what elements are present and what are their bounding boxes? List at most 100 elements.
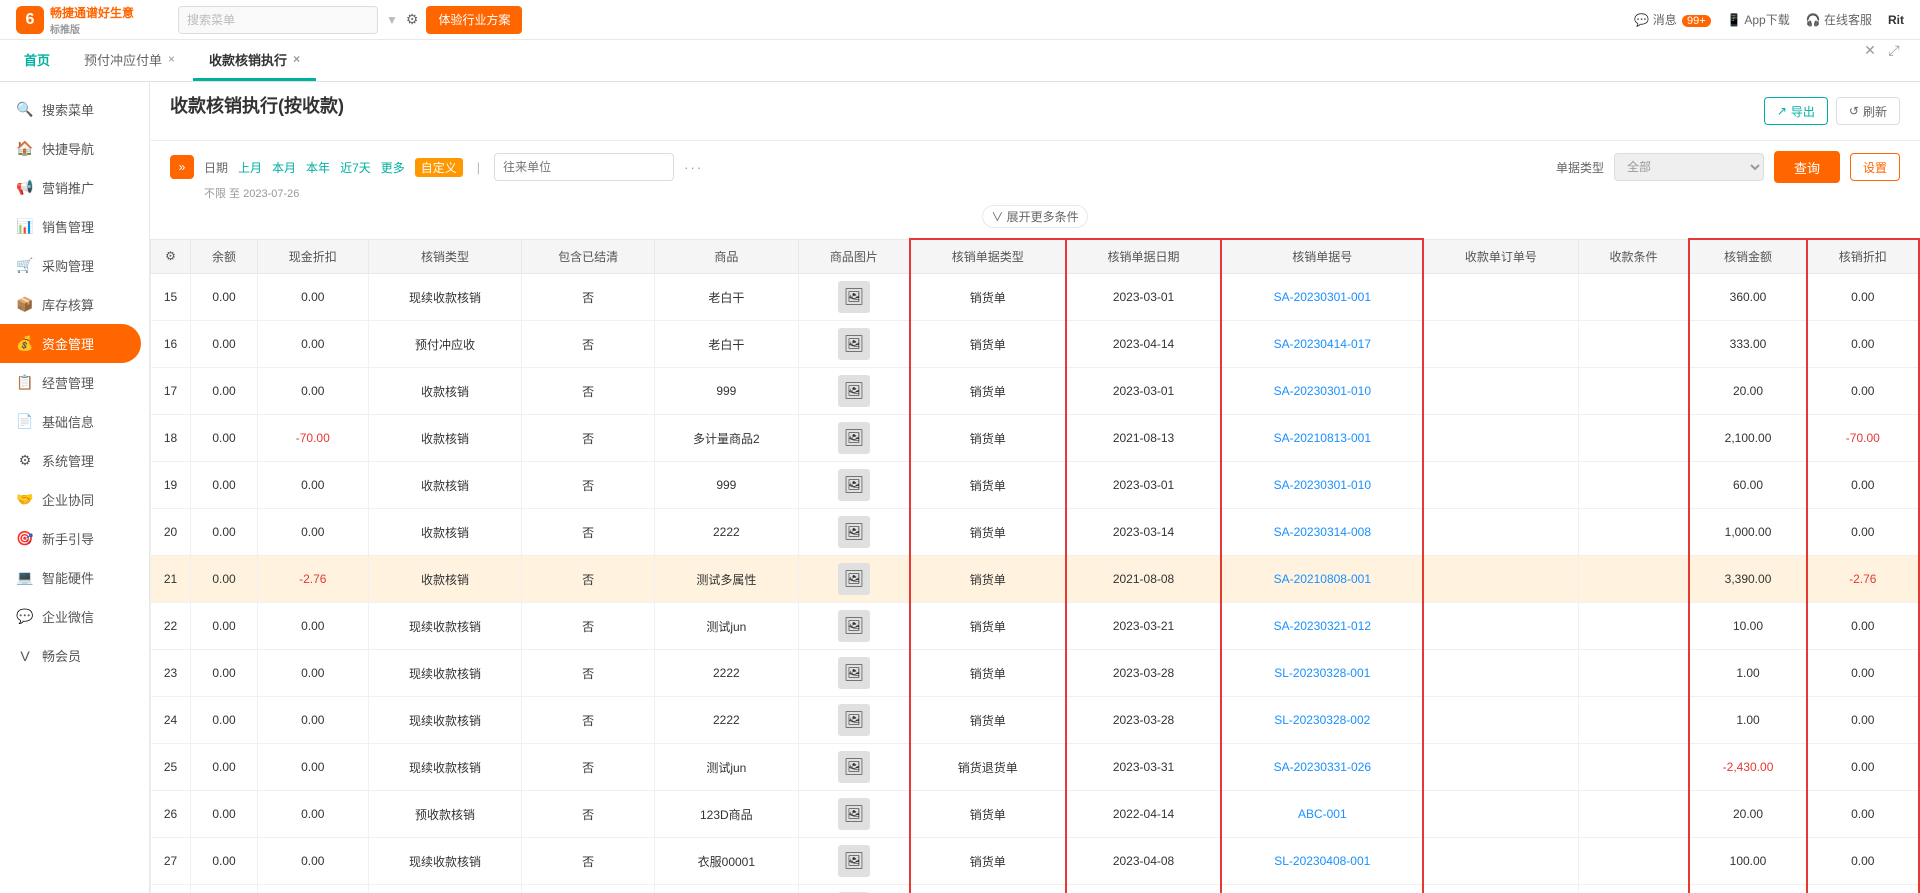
table-cell[interactable]: SA-20230301-010 [1221, 368, 1423, 415]
table-cell: 销货单 [910, 415, 1066, 462]
sidebar-label-marketing: 营销推广 [42, 178, 94, 197]
table-cell: 2023-03-01 [1066, 462, 1222, 509]
date-custom[interactable]: 自定义 [415, 158, 463, 177]
table-cell: -2.76 [1807, 556, 1919, 603]
sidebar-item-quick-nav[interactable]: 🏠 快捷导航 [0, 129, 149, 168]
table-cell[interactable]: SA-20210813-001 [1221, 415, 1423, 462]
table-cell [1578, 838, 1689, 885]
expand-more-row: ∨ 展开更多条件 [170, 201, 1900, 232]
sidebar-item-member[interactable]: V 畅会员 [0, 636, 149, 675]
top-right: 💬 消息 99+ 📱 App下载 🎧 在线客服 Rit [1634, 11, 1904, 28]
table-cell: 0.00 [258, 321, 368, 368]
filter-row: » 日期 上月 本月 本年 近7天 更多 自定义 | ··· 单据类型 全部 查… [170, 151, 1900, 183]
table-cell: 销货单 [910, 650, 1066, 697]
sidebar-item-guide[interactable]: 🎯 新手引导 [0, 519, 149, 558]
table-cell: 现续收款核销 [368, 603, 522, 650]
receipt-no-link[interactable]: SA-20210813-001 [1274, 431, 1371, 445]
sidebar-item-search[interactable]: 🔍 搜索菜单 [0, 90, 149, 129]
top-search-box[interactable]: 搜索菜单 [178, 6, 378, 34]
receipt-no-link[interactable]: ABC-001 [1298, 807, 1347, 821]
receipt-no-link[interactable]: SA-20230301-010 [1274, 478, 1371, 492]
maximize-window-button[interactable]: ⤢ [1884, 40, 1904, 60]
table-cell[interactable]: SA-20230314-008 [1221, 509, 1423, 556]
sidebar-item-sales[interactable]: 📊 销售管理 [0, 207, 149, 246]
date-7days[interactable]: 近7天 [340, 159, 371, 176]
table-cell[interactable]: SL-20230408-001 [1221, 838, 1423, 885]
refresh-button[interactable]: ↺ 刷新 [1836, 97, 1900, 125]
main-layout: 🔍 搜索菜单 🏠 快捷导航 📢 营销推广 📊 销售管理 🛒 采购管理 📦 库存核… [0, 82, 1920, 893]
receipt-no-link[interactable]: SA-20230331-026 [1274, 760, 1371, 774]
table-cell[interactable]: SA-20230301-001 [1221, 274, 1423, 321]
receipt-no-link[interactable]: SA-20230301-010 [1274, 384, 1371, 398]
online-service[interactable]: 🎧 在线客服 [1806, 11, 1872, 28]
from-unit-input[interactable] [494, 153, 674, 181]
settings-icon[interactable]: ⚙ [406, 11, 419, 28]
table-area[interactable]: ⚙ 余额 现金折扣 核销类型 包含已结清 商品 商品图片 核销单据类型 核销单据… [150, 238, 1920, 893]
th-settings[interactable]: ⚙ [151, 239, 191, 274]
query-button[interactable]: 查询 [1774, 151, 1840, 183]
table-cell: 销货单 [910, 274, 1066, 321]
tab-prepay[interactable]: 预付冲应付单 × [68, 40, 191, 81]
industry-solution-button[interactable]: 体验行业方案 [426, 6, 522, 34]
table-cell: 销货单 [910, 603, 1066, 650]
expand-filter-button[interactable]: » [170, 155, 194, 179]
sidebar-item-purchase[interactable]: 🛒 采购管理 [0, 246, 149, 285]
export-button[interactable]: ↗ 导出 [1764, 97, 1828, 125]
receipt-no-link[interactable]: SA-20230301-001 [1274, 290, 1371, 304]
date-more[interactable]: 更多 [381, 159, 405, 176]
table-cell: 2023-03-28 [1066, 697, 1222, 744]
receipt-no-link[interactable]: SA-20230321-012 [1274, 619, 1371, 633]
message-icon[interactable]: 💬 消息 99+ [1634, 11, 1710, 28]
sidebar-item-finance[interactable]: 💰 资金管理 [0, 324, 141, 363]
table-cell[interactable]: SL-20230328-002 [1221, 697, 1423, 744]
table-cell[interactable]: SA-20230414-017 [1221, 321, 1423, 368]
page-actions: ↗ 导出 ↺ 刷新 [1764, 97, 1900, 125]
close-window-button[interactable]: ✕ [1860, 40, 1880, 60]
date-this-month[interactable]: 本月 [272, 159, 296, 176]
sidebar-item-inventory[interactable]: 📦 库存核算 [0, 285, 149, 324]
table-cell: 现续收款核销 [368, 838, 522, 885]
table-cell: 100.00 [1689, 838, 1806, 885]
table-cell[interactable]: SA-20230301-010 [1221, 462, 1423, 509]
from-unit-dots[interactable]: ··· [684, 160, 703, 175]
sidebar-item-collab[interactable]: 🤝 企业协同 [0, 480, 149, 519]
receipt-no-link[interactable]: SA-20230414-017 [1274, 337, 1371, 351]
table-cell: 2023-03-21 [1066, 603, 1222, 650]
table-cell: 20.00 [1689, 791, 1806, 838]
sidebar-item-system[interactable]: ⚙ 系统管理 [0, 441, 149, 480]
table-cell[interactable]: SA-20210808-001 [1221, 556, 1423, 603]
receipt-no-link[interactable]: SL-20230328-001 [1274, 666, 1370, 680]
tab-collection[interactable]: 收款核销执行 × [193, 40, 316, 81]
tab-collection-close[interactable]: × [293, 52, 300, 66]
tab-home[interactable]: 首页 [8, 40, 66, 81]
table-cell[interactable]: SA-20230331-026 [1221, 744, 1423, 791]
sidebar-item-basic[interactable]: 📄 基础信息 [0, 402, 149, 441]
tab-prepay-close[interactable]: × [168, 52, 175, 66]
table-cell[interactable]: SL-20230328-001 [1221, 650, 1423, 697]
table-cell [1578, 650, 1689, 697]
table-cell: 衣服00001 [654, 838, 798, 885]
sidebar-item-hardware[interactable]: 💻 智能硬件 [0, 558, 149, 597]
date-last-month[interactable]: 上月 [238, 159, 262, 176]
sidebar-item-marketing[interactable]: 📢 营销推广 [0, 168, 149, 207]
table-cell[interactable]: SA-20230321-012 [1221, 603, 1423, 650]
app-download[interactable]: 📱 App下载 [1727, 11, 1790, 28]
filter-settings-button[interactable]: 设置 [1850, 153, 1900, 181]
sidebar-item-wechat[interactable]: 💬 企业微信 [0, 597, 149, 636]
receipt-no-link[interactable]: SA-20230314-008 [1274, 525, 1371, 539]
tab-spacer [318, 40, 1850, 81]
user-name[interactable]: Rit [1888, 13, 1904, 27]
receipt-type-select[interactable]: 全部 [1614, 153, 1764, 181]
receipt-no-link[interactable]: SL-20230408-001 [1274, 854, 1370, 868]
expand-more-button[interactable]: ∨ 展开更多条件 [982, 205, 1087, 228]
receipt-no-link[interactable]: SL-20230328-002 [1274, 713, 1370, 727]
receipt-no-link[interactable]: SA-20210808-001 [1274, 572, 1371, 586]
top-center: 搜索菜单 ▼ ⚙ 体验行业方案 [178, 6, 1622, 34]
table-cell[interactable]: SL-20230418-001 [1221, 885, 1423, 893]
tab-prepay-label: 预付冲应付单 [84, 50, 162, 69]
sidebar-item-business[interactable]: 📋 经营管理 [0, 363, 149, 402]
date-this-year[interactable]: 本年 [306, 159, 330, 176]
dropdown-arrow-icon[interactable]: ▼ [386, 13, 398, 27]
table-row: 160.000.00预付冲应收否老白干🖼销货单2023-04-14SA-2023… [151, 321, 1920, 368]
table-cell[interactable]: ABC-001 [1221, 791, 1423, 838]
